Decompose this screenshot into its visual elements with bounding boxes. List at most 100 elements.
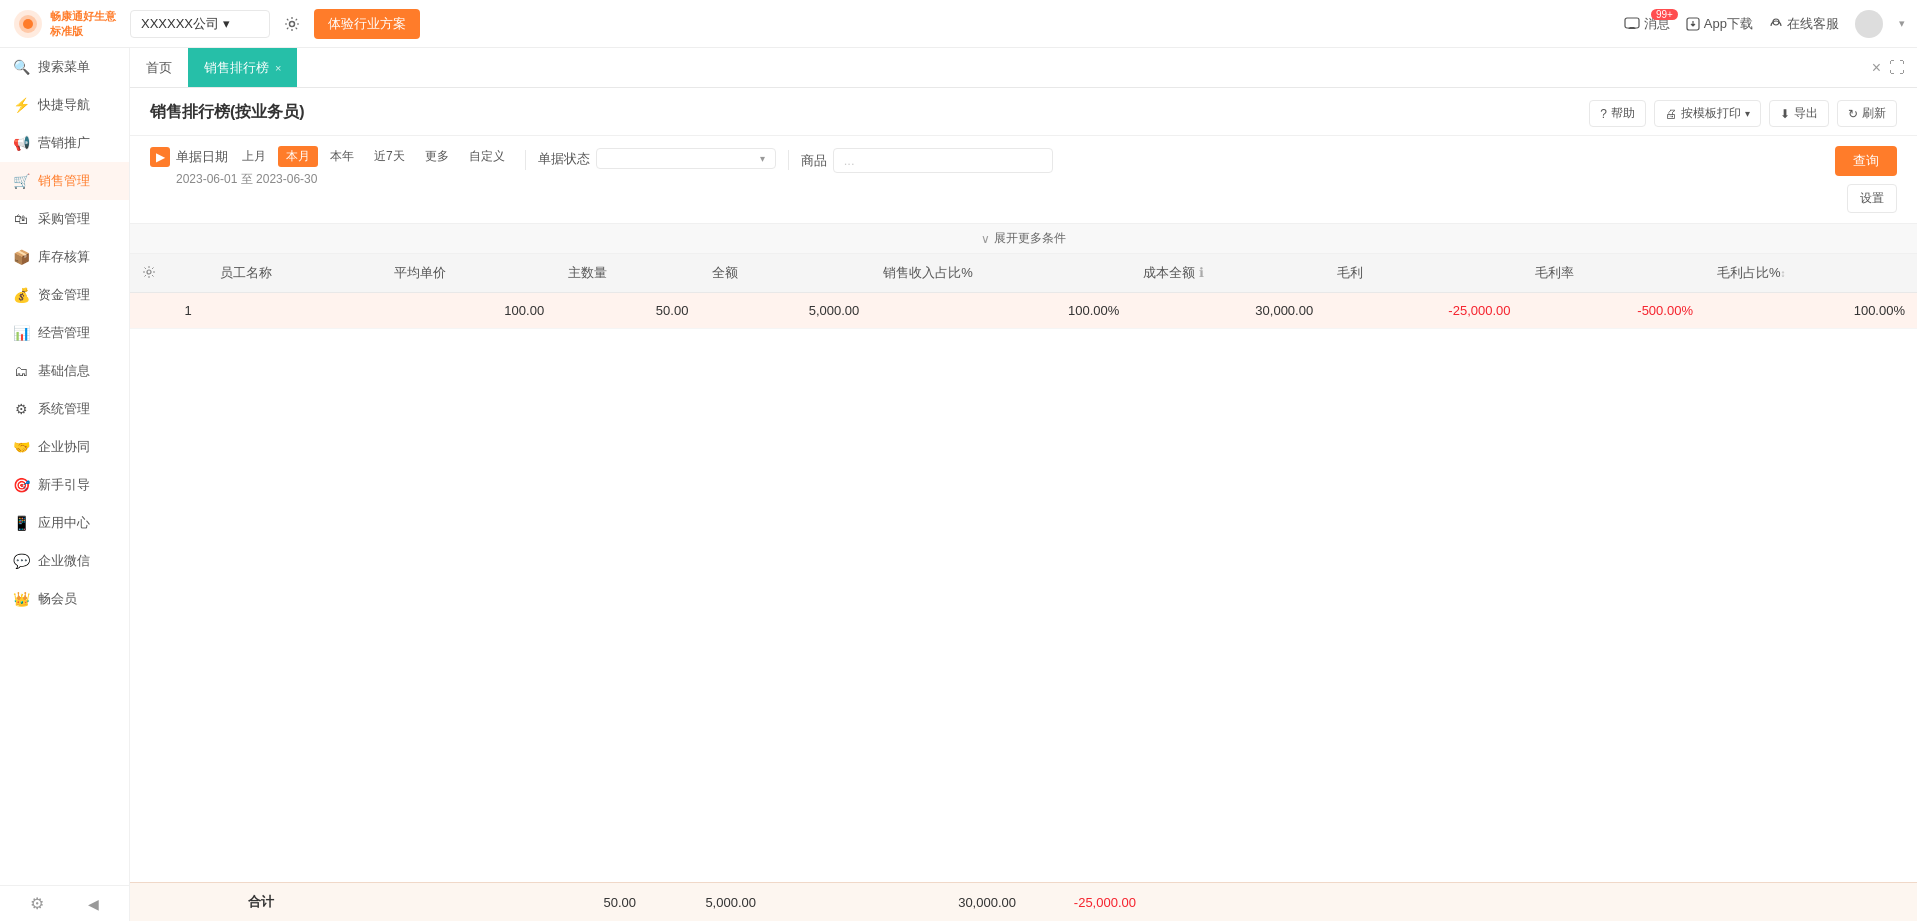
sidebar-item-12[interactable]: 📱应用中心 — [0, 504, 129, 542]
sidebar-icon-6: 💰 — [12, 286, 30, 304]
tab-bar-close-icon[interactable]: × — [1872, 59, 1881, 77]
sidebar-bottom: ⚙ ◀ — [0, 885, 129, 921]
date-shortcut-近7天[interactable]: 近7天 — [366, 146, 413, 167]
sidebar-item-8[interactable]: 🗂 基础信息 — [0, 352, 129, 390]
logo: 畅康通好生意 标准版 — [12, 8, 122, 40]
td-gross-rate: -500.00% — [1523, 293, 1705, 329]
th-sales-pct: 销售收入占比% — [871, 254, 1131, 293]
status-select[interactable]: ▾ — [596, 148, 776, 169]
sidebar-label-8: 基础信息 — [38, 362, 90, 380]
help-btn[interactable]: ? 帮助 — [1589, 100, 1646, 127]
sidebar-icon-11: 🎯 — [12, 476, 30, 494]
sidebar-settings-btn[interactable]: ⚙ — [30, 894, 44, 913]
sidebar-label-0: 搜索菜单 — [38, 58, 90, 76]
sidebar-icon-7: 📊 — [12, 324, 30, 342]
th-settings[interactable] — [130, 254, 168, 293]
sidebar-collapse-btn[interactable]: ◀ — [88, 896, 99, 912]
sidebar-icon-9: ⚙ — [12, 400, 30, 418]
td-sales-pct: 100.00% — [871, 293, 1131, 329]
svg-point-7 — [147, 270, 151, 274]
sidebar-item-6[interactable]: 💰 资金管理 — [0, 276, 129, 314]
sidebar-icon-3: 🛒 — [12, 172, 30, 190]
sidebar-item-1[interactable]: ⚡快捷导航 — [0, 86, 129, 124]
sidebar-icon-8: 🗂 — [12, 362, 30, 380]
svg-rect-4 — [1625, 18, 1639, 28]
sidebar-label-10: 企业协同 — [38, 438, 90, 456]
sidebar-icon-5: 📦 — [12, 248, 30, 266]
date-shortcut-上月[interactable]: 上月 — [234, 146, 274, 167]
td-avg-price: 100.00 — [382, 293, 556, 329]
company-name: XXXXXX公司 — [141, 15, 219, 33]
status-dropdown-icon: ▾ — [760, 153, 765, 164]
refresh-icon: ↻ — [1848, 107, 1858, 121]
sidebar-item-5[interactable]: 📦库存核算 — [0, 238, 129, 276]
td-cost: 30,000.00 — [1131, 293, 1325, 329]
th-rank — [168, 254, 208, 293]
print-dropdown-icon: ▾ — [1745, 108, 1750, 119]
svg-point-2 — [23, 19, 33, 29]
table-body: 1 100.00 50.00 5,000.00 100.00% 30,000.0… — [130, 293, 1917, 329]
sidebar-label-2: 营销推广 — [38, 134, 90, 152]
page-title: 销售排行榜(按业务员) — [150, 102, 305, 123]
footer-avg-price — [408, 895, 528, 910]
print-btn[interactable]: 🖨 按模板打印 ▾ — [1654, 100, 1761, 127]
sidebar-label-6: 资金管理 — [38, 286, 90, 304]
sidebar-icon-14: 👑 — [12, 590, 30, 608]
online-service-btn[interactable]: 在线客服 — [1769, 15, 1839, 33]
table-header: 员工名称 平均单价 主数量 全额 销售收入占比% 成本全额 ℹ 毛利 毛利率 毛… — [130, 254, 1917, 293]
sidebar-item-10[interactable]: 🤝企业协同 — [0, 428, 129, 466]
footer-cost: 30,000.00 — [908, 895, 1028, 910]
settings-icon-btn[interactable] — [278, 10, 306, 38]
sidebar-item-13[interactable]: 💬企业微信 — [0, 542, 129, 580]
export-btn[interactable]: ⬇ 导出 — [1769, 100, 1829, 127]
table-wrapper: 员工名称 平均单价 主数量 全额 销售收入占比% 成本全额 ℹ 毛利 毛利率 毛… — [130, 254, 1917, 882]
goods-input[interactable]: ... — [833, 148, 1053, 173]
sidebar-item-9[interactable]: ⚙系统管理 — [0, 390, 129, 428]
message-badge: 99+ — [1651, 9, 1678, 20]
footer-sales-pct — [768, 895, 908, 910]
sidebar-item-11[interactable]: 🎯 新手引导 — [0, 466, 129, 504]
date-shortcut-本年[interactable]: 本年 — [322, 146, 362, 167]
sidebar-item-0[interactable]: 🔍 搜索菜单 — [0, 48, 129, 86]
sidebar-item-14[interactable]: 👑畅会员 — [0, 580, 129, 618]
date-shortcuts: 上月本月本年近7天更多自定义 — [234, 146, 513, 167]
avatar[interactable] — [1855, 10, 1883, 38]
td-settings — [130, 293, 168, 329]
date-shortcut-更多[interactable]: 更多 — [417, 146, 457, 167]
sidebar-icon-12: 📱 — [12, 514, 30, 532]
company-selector[interactable]: XXXXXX公司 ▾ — [130, 10, 270, 38]
sidebar-label-7: 经营管理 — [38, 324, 90, 342]
query-button[interactable]: 查询 — [1835, 146, 1897, 176]
sidebar-item-4[interactable]: 🛍采购管理 — [0, 200, 129, 238]
tab-bar-fullscreen-icon[interactable]: ⛶ — [1889, 59, 1905, 77]
sidebar-icon-0: 🔍 — [12, 58, 30, 76]
message-btn[interactable]: 消息 99+ — [1624, 15, 1670, 33]
sidebar-item-2[interactable]: 📢营销推广 — [0, 124, 129, 162]
tab-home[interactable]: 首页 — [130, 48, 188, 87]
footer-label: 合计 — [208, 893, 408, 911]
filter-expand-btn[interactable]: ▶ — [150, 147, 170, 167]
date-shortcut-自定义[interactable]: 自定义 — [461, 146, 513, 167]
sidebar-item-7[interactable]: 📊 经营管理 — [0, 314, 129, 352]
set-button[interactable]: 设置 — [1847, 184, 1897, 213]
logo-icon — [12, 8, 44, 40]
export-icon: ⬇ — [1780, 107, 1790, 121]
app-download-btn[interactable]: App下载 — [1686, 15, 1753, 33]
sidebar-item-3[interactable]: 🛒销售管理 — [0, 162, 129, 200]
table-row: 1 100.00 50.00 5,000.00 100.00% 30,000.0… — [130, 293, 1917, 329]
date-shortcut-本月[interactable]: 本月 — [278, 146, 318, 167]
td-name — [208, 293, 382, 329]
sidebar-label-4: 采购管理 — [38, 210, 90, 228]
footer-gross: -25,000.00 — [1028, 895, 1148, 910]
th-name: 员工名称 — [208, 254, 382, 293]
gear-icon — [284, 16, 300, 32]
logo-text: 畅康通好生意 标准版 — [50, 9, 116, 38]
user-menu[interactable]: ▾ — [1899, 17, 1905, 30]
app-download-icon — [1686, 17, 1700, 31]
tab-close-icon[interactable]: × — [275, 62, 281, 74]
sidebar-label-11: 新手引导 — [38, 476, 90, 494]
trial-button[interactable]: 体验行业方案 — [314, 9, 420, 39]
tab-sales-ranking[interactable]: 销售排行榜 × — [188, 48, 297, 87]
expand-conditions-bar[interactable]: ∨ 展开更多条件 — [130, 224, 1917, 254]
refresh-btn[interactable]: ↻ 刷新 — [1837, 100, 1897, 127]
